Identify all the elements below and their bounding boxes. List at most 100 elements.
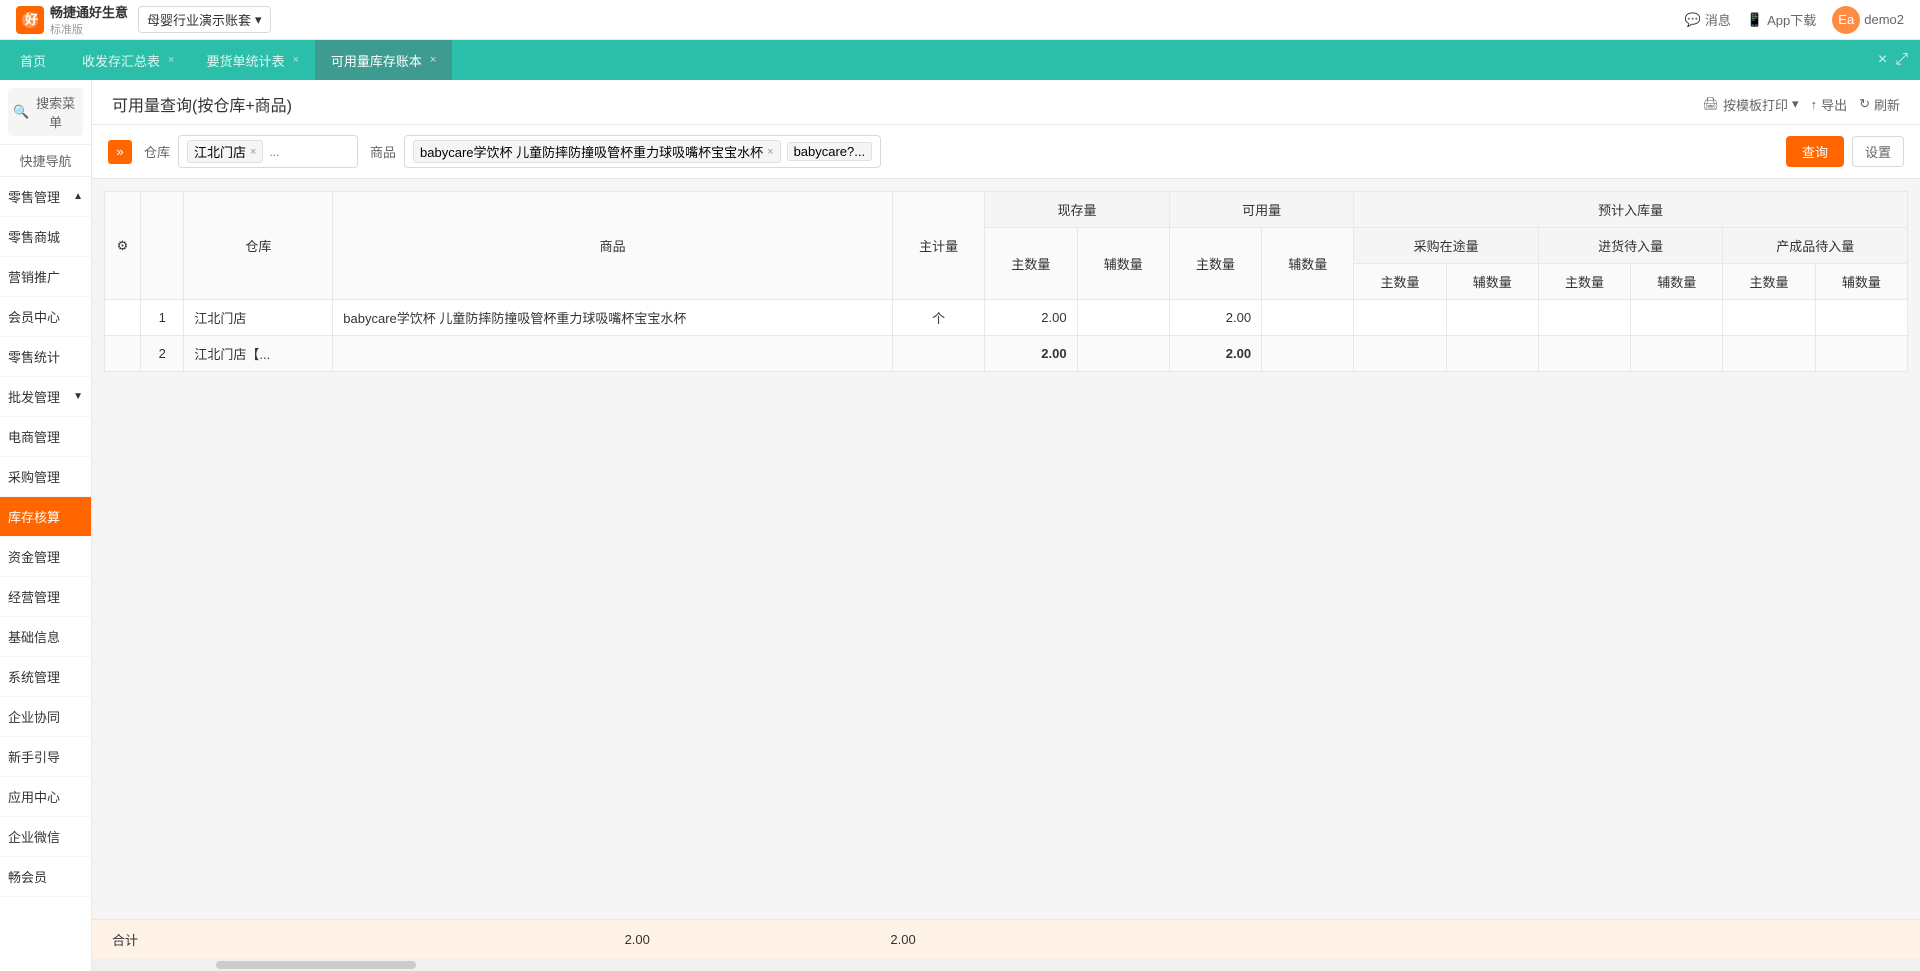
- th-purchase-transit: 采购在途量: [1354, 228, 1539, 264]
- goods-filter-group: 商品 babycare学饮杯 儿童防摔防撞吸管杯重力球吸嘴杯宝宝水杯 × bab…: [370, 135, 881, 168]
- summary-stock-main: 2.00: [571, 932, 704, 947]
- td-warehouse: 江北门店【...: [184, 336, 333, 372]
- chevron-down-icon: ▾: [1792, 96, 1799, 112]
- warehouse-tag-jiangbei: 江北门店 ×: [187, 140, 263, 163]
- sidebar-item-label: 电商管理: [8, 427, 60, 446]
- sidebar-item-member[interactable]: 畅会员: [0, 857, 91, 897]
- sidebar-item-label: 零售商城: [8, 227, 60, 246]
- th-main-unit: 主计量: [893, 192, 985, 300]
- app-download-btn[interactable]: 📱 App下载: [1747, 10, 1816, 29]
- warehouse-filter-input[interactable]: 江北门店 × ...: [178, 135, 358, 168]
- tab-close-icon[interactable]: ×: [430, 54, 436, 66]
- goods-tag-2: babycare?...: [787, 142, 873, 161]
- sidebar-item-ecom-mgmt[interactable]: 电商管理: [0, 417, 91, 457]
- tab-order-summary-label: 要货单统计表: [206, 51, 284, 70]
- logo: 好 畅捷通好生意 标准版: [16, 2, 128, 37]
- summary-row: 合计 2.00 2.00: [92, 919, 1920, 959]
- sidebar-item-wholesale-mgmt[interactable]: 批发管理 ▼: [0, 377, 91, 417]
- template-print-btn[interactable]: 🖨 按模板打印 ▾: [1703, 95, 1799, 114]
- td-purchase-aux: [1446, 336, 1538, 372]
- sidebar-item-app-center[interactable]: 应用中心: [0, 777, 91, 817]
- arrow-up-icon: ▲: [73, 191, 83, 202]
- sidebar-item-marketing[interactable]: 营销推广: [0, 257, 91, 297]
- sidebar: 🔍 搜索菜单 快捷导航 零售管理 ▲ 零售商城 营销推广 会员中心 零售统计 批…: [0, 80, 92, 971]
- user-name: demo2: [1864, 12, 1904, 27]
- export-btn[interactable]: ↑ 导出: [1811, 95, 1848, 114]
- td-unit: [893, 336, 985, 372]
- td-gear: [105, 336, 141, 372]
- chevron-down-icon: ▾: [255, 12, 262, 28]
- expand-btn[interactable]: ⤢: [1895, 51, 1908, 69]
- tab-close-icon[interactable]: ×: [168, 54, 174, 66]
- td-purchase-aux: [1446, 300, 1538, 336]
- sidebar-item-label: 新手引导: [8, 747, 60, 766]
- tab-home[interactable]: 首页: [0, 40, 66, 80]
- quick-nav-btn[interactable]: 快捷导航: [0, 145, 91, 177]
- sidebar-item-label: 会员中心: [8, 307, 60, 326]
- td-production-aux: [1815, 336, 1907, 372]
- th-gear[interactable]: ⚙: [105, 192, 141, 300]
- sidebar-item-enterprise-wechat[interactable]: 企业微信: [0, 817, 91, 857]
- brand-sub: 标准版: [50, 21, 128, 37]
- user-menu[interactable]: Ea demo2: [1832, 6, 1904, 34]
- sidebar-item-finance[interactable]: 资金管理: [0, 537, 91, 577]
- query-label: 查询: [1802, 145, 1828, 160]
- sidebar-item-member-center[interactable]: 会员中心: [0, 297, 91, 337]
- th-inbound-pending: 进货待入量: [1538, 228, 1723, 264]
- goods-tag-label-2: babycare?...: [794, 144, 866, 159]
- home-label: 首页: [20, 51, 46, 70]
- tab-available-stock[interactable]: 可用量库存账本 ×: [315, 40, 452, 80]
- sidebar-item-label: 系统管理: [8, 667, 60, 686]
- message-icon: 💬: [1685, 12, 1701, 28]
- td-production-main: [1723, 336, 1815, 372]
- sidebar-item-retail-mgmt[interactable]: 零售管理 ▲: [0, 177, 91, 217]
- scroll-thumb[interactable]: [216, 961, 416, 969]
- refresh-icon: ↻: [1859, 96, 1870, 112]
- sidebar-item-new-guide[interactable]: 新手引导: [0, 737, 91, 777]
- setting-btn[interactable]: 设置: [1852, 136, 1904, 167]
- refresh-btn[interactable]: ↻ 刷新: [1859, 95, 1900, 114]
- tab-close-icon[interactable]: ×: [292, 54, 298, 66]
- message-btn[interactable]: 💬 消息: [1685, 10, 1731, 29]
- tab-order-summary[interactable]: 要货单统计表 ×: [190, 40, 314, 80]
- message-label: 消息: [1705, 10, 1731, 29]
- sidebar-item-inventory[interactable]: 库存核算: [0, 497, 91, 537]
- warehouse-filter-label: 仓库: [144, 142, 170, 161]
- th-stock-main: 主数量: [985, 228, 1077, 300]
- sidebar-item-operations[interactable]: 经营管理: [0, 577, 91, 617]
- quick-nav-label: 快捷导航: [19, 154, 71, 169]
- th-warehouse: 仓库: [184, 192, 333, 300]
- sidebar-item-enterprise-collab[interactable]: 企业协同: [0, 697, 91, 737]
- tab-receive-summary[interactable]: 收发存汇总表 ×: [66, 40, 190, 80]
- search-menu-btn[interactable]: 🔍 搜索菜单: [8, 88, 83, 136]
- warehouse-more-btn[interactable]: ...: [269, 145, 279, 159]
- td-production-main: [1723, 300, 1815, 336]
- search-menu-label: 搜索菜单: [33, 93, 78, 131]
- sidebar-item-label: 应用中心: [8, 787, 60, 806]
- table-scroll-bar[interactable]: [92, 959, 1920, 971]
- industry-select[interactable]: 母婴行业演示账套 ▾: [138, 6, 271, 33]
- sidebar-item-system-mgmt[interactable]: 系统管理: [0, 657, 91, 697]
- sidebar-item-basic-info[interactable]: 基础信息: [0, 617, 91, 657]
- goods-filter-input[interactable]: babycare学饮杯 儿童防摔防撞吸管杯重力球吸嘴杯宝宝水杯 × babyca…: [404, 135, 881, 168]
- th-production-main: 主数量: [1723, 264, 1815, 300]
- filter-expand-btn[interactable]: »: [108, 140, 132, 164]
- warehouse-filter-group: 仓库 江北门店 × ...: [144, 135, 358, 168]
- goods-tag-remove[interactable]: ×: [767, 146, 773, 158]
- warehouse-tag-remove[interactable]: ×: [250, 146, 256, 158]
- sidebar-item-purchase-mgmt[interactable]: 采购管理: [0, 457, 91, 497]
- arrow-down-icon: ▼: [73, 391, 83, 402]
- sidebar-item-label: 库存核算: [8, 507, 60, 526]
- tab-receive-summary-label: 收发存汇总表: [82, 51, 160, 70]
- page-actions: 🖨 按模板打印 ▾ ↑ 导出 ↻ 刷新: [1703, 95, 1901, 114]
- sidebar-item-retail-mall[interactable]: 零售商城: [0, 217, 91, 257]
- query-btn[interactable]: 查询: [1786, 136, 1844, 167]
- page-title: 可用量查询(按仓库+商品): [112, 92, 292, 116]
- th-inbound-aux: 辅数量: [1631, 264, 1723, 300]
- data-table: ⚙ 仓库 商品 主计量 现存量 可用量 预计入库量 主数量 辅数量 主数量 辅数…: [104, 191, 1908, 372]
- close-all-btn[interactable]: ×: [1878, 51, 1887, 69]
- td-purchase-main: [1354, 300, 1446, 336]
- summary-cells: 2.00 2.00: [172, 932, 1900, 947]
- goods-tag-1: babycare学饮杯 儿童防摔防撞吸管杯重力球吸嘴杯宝宝水杯 ×: [413, 140, 781, 163]
- sidebar-item-retail-stats[interactable]: 零售统计: [0, 337, 91, 377]
